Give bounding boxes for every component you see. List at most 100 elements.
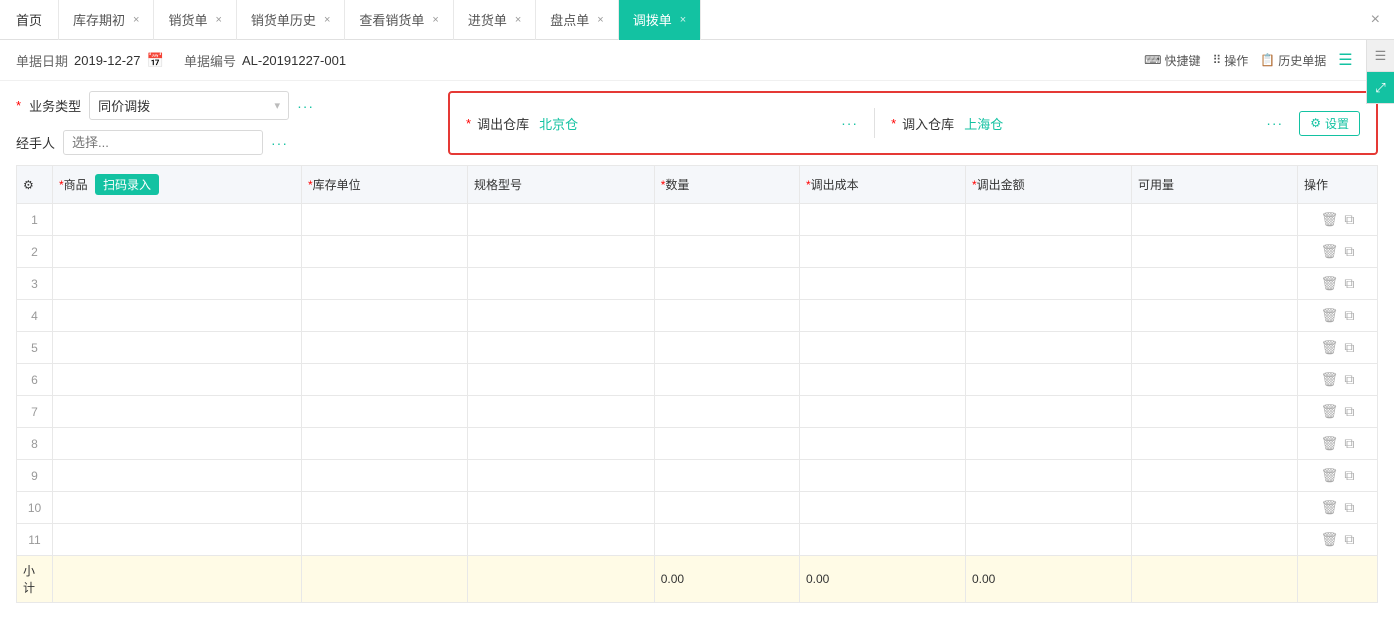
tab-bar-close-button[interactable]: × [1357, 11, 1394, 29]
delete-icon[interactable]: 🗑 [1321, 307, 1339, 324]
tab-home[interactable]: 首页 [0, 0, 59, 40]
calendar-icon[interactable]: 📅 [147, 52, 164, 69]
cell-unit[interactable] [302, 524, 468, 556]
business-type-select[interactable]: 同价调拨 ▾ [89, 91, 289, 120]
delete-icon[interactable]: 🗑 [1321, 467, 1339, 484]
copy-icon[interactable]: ⧉ [1344, 339, 1354, 356]
cell-product[interactable] [53, 524, 302, 556]
tab-inventory-init[interactable]: 库存期初 × [59, 0, 154, 40]
cell-cost[interactable] [800, 364, 966, 396]
cell-amount[interactable] [966, 524, 1132, 556]
cell-cost[interactable] [800, 524, 966, 556]
copy-icon[interactable]: ⧉ [1344, 243, 1354, 260]
cell-amount[interactable] [966, 364, 1132, 396]
cell-amount[interactable] [966, 428, 1132, 460]
tab-inventory-init-close[interactable]: × [133, 14, 139, 26]
cell-qty[interactable] [654, 204, 799, 236]
layout1-button[interactable]: ☰ [1338, 50, 1352, 70]
tab-transfer[interactable]: 调拨单 × [619, 0, 701, 40]
cell-qty[interactable] [654, 268, 799, 300]
delete-icon[interactable]: 🗑 [1321, 339, 1339, 356]
business-type-more[interactable]: ··· [297, 98, 314, 114]
cell-cost[interactable] [800, 300, 966, 332]
tab-sales-history[interactable]: 销货单历史 × [237, 0, 345, 40]
cell-product[interactable] [53, 300, 302, 332]
cell-spec[interactable] [468, 204, 655, 236]
delete-icon[interactable]: 🗑 [1321, 435, 1339, 452]
cell-product[interactable] [53, 396, 302, 428]
tab-sales-order[interactable]: 销货单 × [154, 0, 236, 40]
cell-product[interactable] [53, 332, 302, 364]
cell-qty[interactable] [654, 396, 799, 428]
person-input[interactable] [63, 130, 263, 155]
scan-button[interactable]: 扫码录入 [95, 174, 159, 195]
cell-cost[interactable] [800, 332, 966, 364]
cell-spec[interactable] [468, 364, 655, 396]
cell-amount[interactable] [966, 300, 1132, 332]
cell-qty[interactable] [654, 236, 799, 268]
tab-sales-order-close[interactable]: × [215, 14, 221, 26]
history-link[interactable]: 📋 历史单据 [1260, 52, 1326, 69]
tab-view-sales-close[interactable]: × [432, 14, 438, 26]
cell-available[interactable] [1132, 236, 1298, 268]
cell-qty[interactable] [654, 460, 799, 492]
cell-amount[interactable] [966, 204, 1132, 236]
tab-sales-history-close[interactable]: × [324, 14, 330, 26]
cell-spec[interactable] [468, 428, 655, 460]
delete-icon[interactable]: 🗑 [1321, 211, 1339, 228]
col-gear[interactable]: ⚙ [17, 166, 53, 204]
cell-spec[interactable] [468, 268, 655, 300]
cell-amount[interactable] [966, 492, 1132, 524]
delete-icon[interactable]: 🗑 [1321, 371, 1339, 388]
cell-unit[interactable] [302, 492, 468, 524]
copy-icon[interactable]: ⧉ [1344, 371, 1354, 388]
cell-amount[interactable] [966, 332, 1132, 364]
cell-amount[interactable] [966, 460, 1132, 492]
cell-qty[interactable] [654, 364, 799, 396]
cell-available[interactable] [1132, 204, 1298, 236]
tab-view-sales[interactable]: 查看销货单 × [345, 0, 453, 40]
cell-qty[interactable] [654, 524, 799, 556]
cell-available[interactable] [1132, 268, 1298, 300]
copy-icon[interactable]: ⧉ [1344, 403, 1354, 420]
cell-cost[interactable] [800, 204, 966, 236]
copy-icon[interactable]: ⧉ [1344, 499, 1354, 516]
tab-purchase-order-close[interactable]: × [515, 14, 521, 26]
settings-button[interactable]: ⚙ 设置 [1299, 111, 1360, 136]
copy-icon[interactable]: ⧉ [1344, 435, 1354, 452]
cell-spec[interactable] [468, 236, 655, 268]
copy-icon[interactable]: ⧉ [1344, 531, 1354, 548]
cell-product[interactable] [53, 460, 302, 492]
delete-icon[interactable]: 🗑 [1321, 531, 1339, 548]
cell-amount[interactable] [966, 268, 1132, 300]
shortcuts-link[interactable]: ⌨ 快捷键 [1144, 52, 1200, 69]
cell-product[interactable] [53, 364, 302, 396]
cell-product[interactable] [53, 204, 302, 236]
cell-available[interactable] [1132, 428, 1298, 460]
cell-product[interactable] [53, 268, 302, 300]
cell-cost[interactable] [800, 268, 966, 300]
cell-available[interactable] [1132, 364, 1298, 396]
cell-cost[interactable] [800, 236, 966, 268]
cell-spec[interactable] [468, 332, 655, 364]
cell-spec[interactable] [468, 524, 655, 556]
cell-spec[interactable] [468, 460, 655, 492]
cell-available[interactable] [1132, 492, 1298, 524]
person-more[interactable]: ··· [271, 135, 288, 151]
cell-unit[interactable] [302, 460, 468, 492]
copy-icon[interactable]: ⧉ [1344, 307, 1354, 324]
cell-product[interactable] [53, 428, 302, 460]
cell-unit[interactable] [302, 300, 468, 332]
cell-available[interactable] [1132, 300, 1298, 332]
cell-unit[interactable] [302, 204, 468, 236]
cell-cost[interactable] [800, 396, 966, 428]
cell-available[interactable] [1132, 396, 1298, 428]
copy-icon[interactable]: ⧉ [1344, 275, 1354, 292]
cell-cost[interactable] [800, 428, 966, 460]
delete-icon[interactable]: 🗑 [1321, 499, 1339, 516]
cell-unit[interactable] [302, 332, 468, 364]
cell-qty[interactable] [654, 428, 799, 460]
cell-qty[interactable] [654, 492, 799, 524]
tab-stocktake-close[interactable]: × [597, 14, 603, 26]
cell-product[interactable] [53, 236, 302, 268]
